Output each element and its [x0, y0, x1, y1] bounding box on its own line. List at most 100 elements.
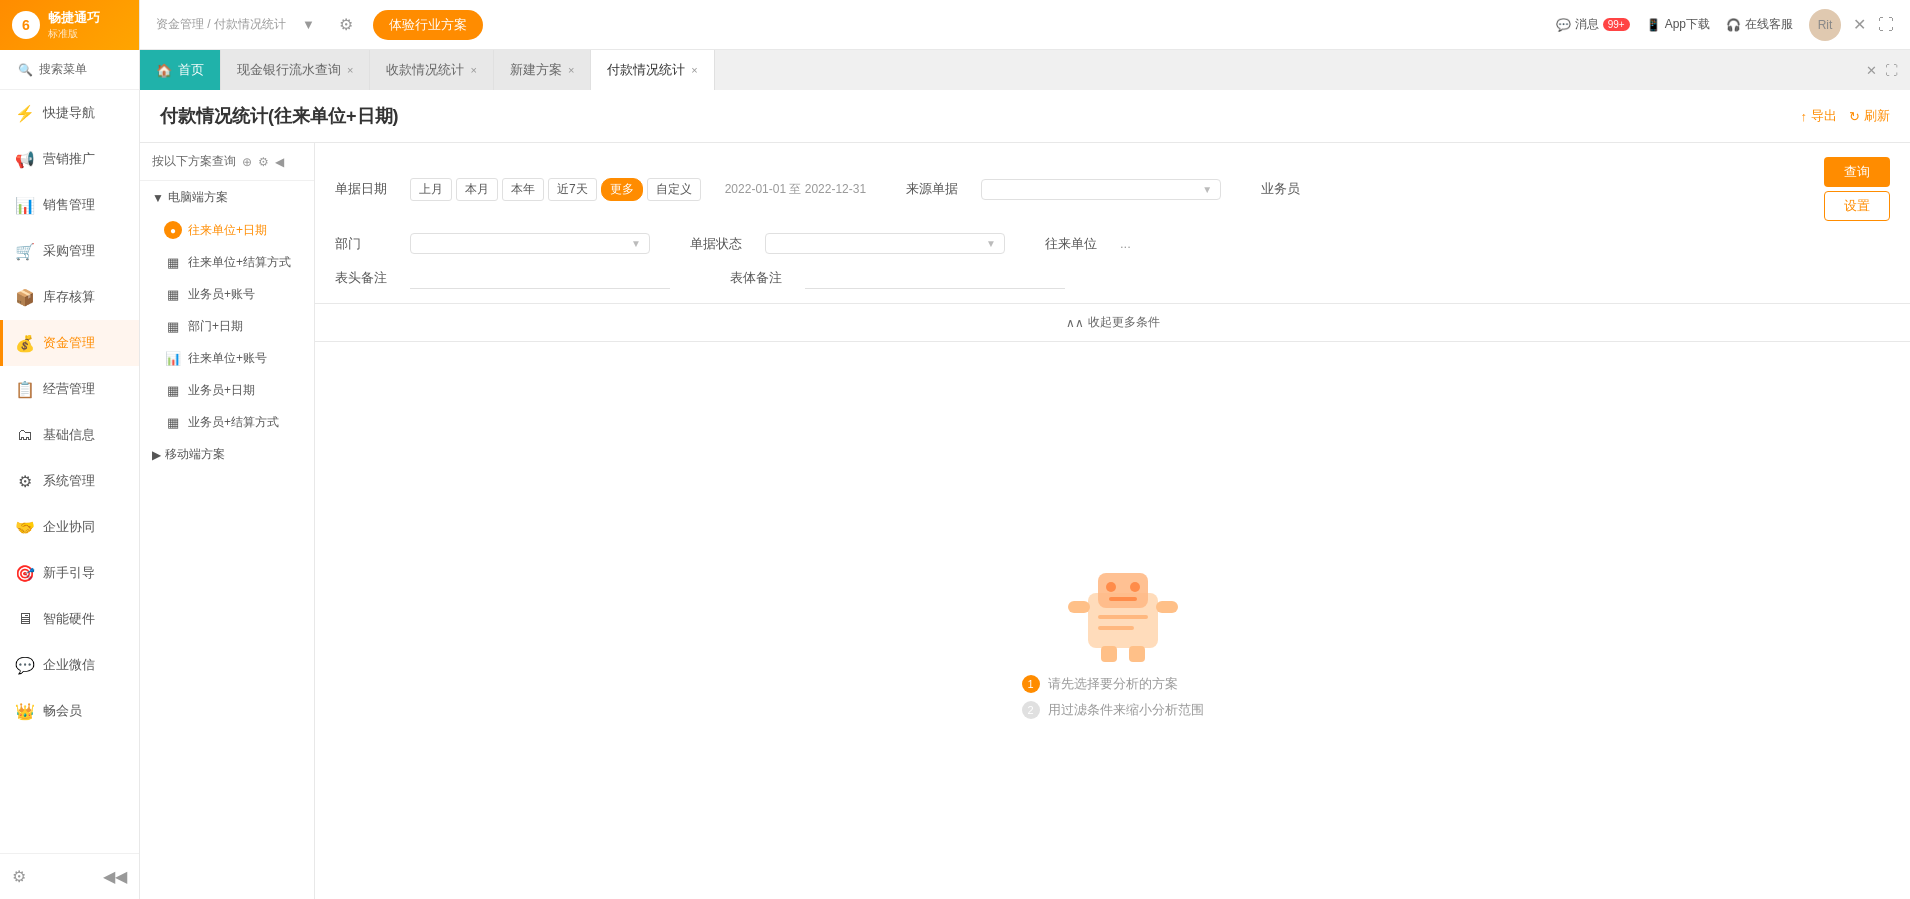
dept-select-arrow: ▼ — [631, 238, 641, 249]
settings-btn[interactable]: 设置 — [1824, 191, 1890, 221]
tab-new-scheme[interactable]: 新建方案 × — [494, 50, 591, 90]
window-close-btn[interactable]: ✕ — [1853, 15, 1866, 34]
filter-actions: 查询 设置 — [1824, 157, 1890, 221]
search-icon: 🔍 — [18, 63, 33, 77]
content-area: 付款情况统计(往来单位+日期) ↑ 导出 ↻ 刷新 按以下方案查询 ⊕ — [140, 90, 1910, 899]
sidebar-item-wechat[interactable]: 💬 企业微信 — [0, 642, 139, 688]
date-buttons: 上月 本月 本年 近7天 更多 自定义 — [410, 178, 701, 201]
page-title: 付款情况统计(往来单位+日期) — [160, 104, 399, 128]
scheme-item-partner-settle[interactable]: ▦ 往来单位+结算方式 — [140, 246, 314, 278]
svg-rect-4 — [1109, 597, 1137, 601]
messages-label: 消息 — [1575, 16, 1599, 33]
sidebar-item-label: 系统管理 — [43, 472, 95, 490]
tab-payments-label: 付款情况统计 — [607, 61, 685, 79]
tab-new-scheme-close[interactable]: × — [568, 64, 574, 76]
sidebar-item-inventory[interactable]: 📦 库存核算 — [0, 274, 139, 320]
messages-action[interactable]: 💬 消息 99+ — [1556, 16, 1630, 33]
scheme-item-partner-account[interactable]: 📊 往来单位+账号 — [140, 342, 314, 374]
sidebar-item-label: 智能硬件 — [43, 610, 95, 628]
sidebar-item-quick-nav[interactable]: ⚡ 快捷导航 — [0, 90, 139, 136]
window-expand-btn[interactable]: ⛶ — [1878, 16, 1894, 34]
sidebar-item-hardware[interactable]: 🖥 智能硬件 — [0, 596, 139, 642]
sidebar-item-purchase[interactable]: 🛒 采购管理 — [0, 228, 139, 274]
tab-home-label: 首页 — [178, 61, 204, 79]
export-btn[interactable]: ↑ 导出 — [1801, 107, 1838, 125]
sidebar-collapse-btn[interactable]: ◀◀ — [103, 867, 127, 886]
refresh-btn[interactable]: ↻ 刷新 — [1849, 107, 1890, 125]
scheme-panel-header-icons: ⊕ ⚙ ◀ — [242, 155, 284, 169]
scheme-collapse-icon[interactable]: ◀ — [275, 155, 284, 169]
sidebar-item-marketing[interactable]: 📢 营销推广 — [0, 136, 139, 182]
scheme-item-label: 业务员+结算方式 — [188, 414, 279, 431]
svg-rect-9 — [1068, 601, 1090, 613]
sidebar-item-basic-info[interactable]: 🗂 基础信息 — [0, 412, 139, 458]
scheme-item-partner-date[interactable]: ● 往来单位+日期 — [140, 214, 314, 246]
export-label: 导出 — [1811, 107, 1837, 125]
sidebar-item-operations[interactable]: 📋 经营管理 — [0, 366, 139, 412]
date-btn-this-year[interactable]: 本年 — [502, 178, 544, 201]
scheme-item-staff-date[interactable]: ▦ 业务员+日期 — [140, 374, 314, 406]
tabs-expand-icon[interactable]: ⛶ — [1885, 63, 1898, 78]
tip-2-text: 用过滤条件来缩小分析范围 — [1048, 701, 1204, 719]
scheme-active-icon: ● — [164, 221, 182, 239]
tabs-end: ✕ ⛶ — [1854, 50, 1910, 90]
scheme-item-staff-account[interactable]: ▦ 业务员+账号 — [140, 278, 314, 310]
partner-more-btn[interactable]: ... — [1120, 236, 1131, 251]
sidebar-item-label: 企业微信 — [43, 656, 95, 674]
sidebar-item-fund[interactable]: 💰 资金管理 — [0, 320, 139, 366]
partner-label: 往来单位 — [1045, 235, 1100, 253]
sidebar-item-system[interactable]: ⚙ 系统管理 — [0, 458, 139, 504]
sidebar-item-sales[interactable]: 📊 销售管理 — [0, 182, 139, 228]
sidebar-settings-btn[interactable]: ⚙ — [12, 867, 26, 886]
staff-label: 业务员 — [1261, 180, 1316, 198]
collapse-label: 收起更多条件 — [1088, 314, 1160, 331]
app-logo-icon: 6 — [12, 11, 40, 39]
search-menu[interactable]: 🔍 搜索菜单 — [0, 50, 139, 90]
status-select[interactable]: ▼ — [765, 233, 1005, 254]
date-btn-last-month[interactable]: 上月 — [410, 178, 452, 201]
svg-point-2 — [1106, 582, 1116, 592]
desktop-schemes-category[interactable]: ▼ 电脑端方案 — [140, 181, 314, 214]
svg-point-3 — [1130, 582, 1140, 592]
app-name: 畅捷通巧 — [48, 9, 100, 27]
tab-receipts-close[interactable]: × — [470, 64, 476, 76]
tab-payments-close[interactable]: × — [691, 64, 697, 76]
query-btn[interactable]: 查询 — [1824, 157, 1890, 187]
online-service-action[interactable]: 🎧 在线客服 — [1726, 16, 1793, 33]
scheme-item-dept-date[interactable]: ▦ 部门+日期 — [140, 310, 314, 342]
sidebar-item-member[interactable]: 👑 畅会员 — [0, 688, 139, 734]
mobile-schemes-category[interactable]: ▶ 移动端方案 — [140, 438, 314, 471]
header-note-input[interactable] — [410, 266, 670, 289]
collapse-bar[interactable]: ∧∧ 收起更多条件 — [315, 304, 1910, 342]
date-btn-this-month[interactable]: 本月 — [456, 178, 498, 201]
scheme-settings-icon[interactable]: ⚙ — [258, 155, 269, 169]
tab-receipts[interactable]: 收款情况统计 × — [370, 50, 493, 90]
tab-payments[interactable]: 付款情况统计 × — [591, 50, 714, 90]
sidebar-item-enterprise[interactable]: 🤝 企业协同 — [0, 504, 139, 550]
body-note-input[interactable] — [805, 266, 1065, 289]
dept-select[interactable]: ▼ — [410, 233, 650, 254]
scheme-item-staff-settle[interactable]: ▦ 业务员+结算方式 — [140, 406, 314, 438]
source-select[interactable]: ▼ — [981, 179, 1221, 200]
member-icon: 👑 — [15, 701, 35, 721]
empty-illustration — [1063, 563, 1183, 673]
app-download-action[interactable]: 📱 App下载 — [1646, 16, 1710, 33]
sidebar-item-guide[interactable]: 🎯 新手引导 — [0, 550, 139, 596]
add-scheme-icon[interactable]: ⊕ — [242, 155, 252, 169]
app-download-icon: 📱 — [1646, 18, 1661, 32]
trial-btn[interactable]: 体验行业方案 — [373, 10, 483, 40]
svg-rect-10 — [1156, 601, 1178, 613]
scheme-item-label: 业务员+账号 — [188, 286, 255, 303]
user-avatar[interactable]: Rit — [1809, 9, 1841, 41]
tab-home[interactable]: 🏠 首页 — [140, 50, 221, 90]
date-btn-custom[interactable]: 自定义 — [647, 178, 701, 201]
tab-cash-flow[interactable]: 现金银行流水查询 × — [221, 50, 370, 90]
date-btn-more[interactable]: 更多 — [601, 178, 643, 201]
home-icon: 🏠 — [156, 63, 172, 78]
main-area: 资金管理 / 付款情况统计 ▼ ⚙ 体验行业方案 💬 消息 99+ 📱 App下… — [140, 0, 1910, 899]
date-btn-last-7days[interactable]: 近7天 — [548, 178, 597, 201]
tab-cash-flow-close[interactable]: × — [347, 64, 353, 76]
topbar-settings-icon[interactable]: ⚙ — [339, 15, 353, 34]
empty-icon — [1063, 563, 1163, 663]
tabs-close-all-icon[interactable]: ✕ — [1866, 63, 1877, 78]
